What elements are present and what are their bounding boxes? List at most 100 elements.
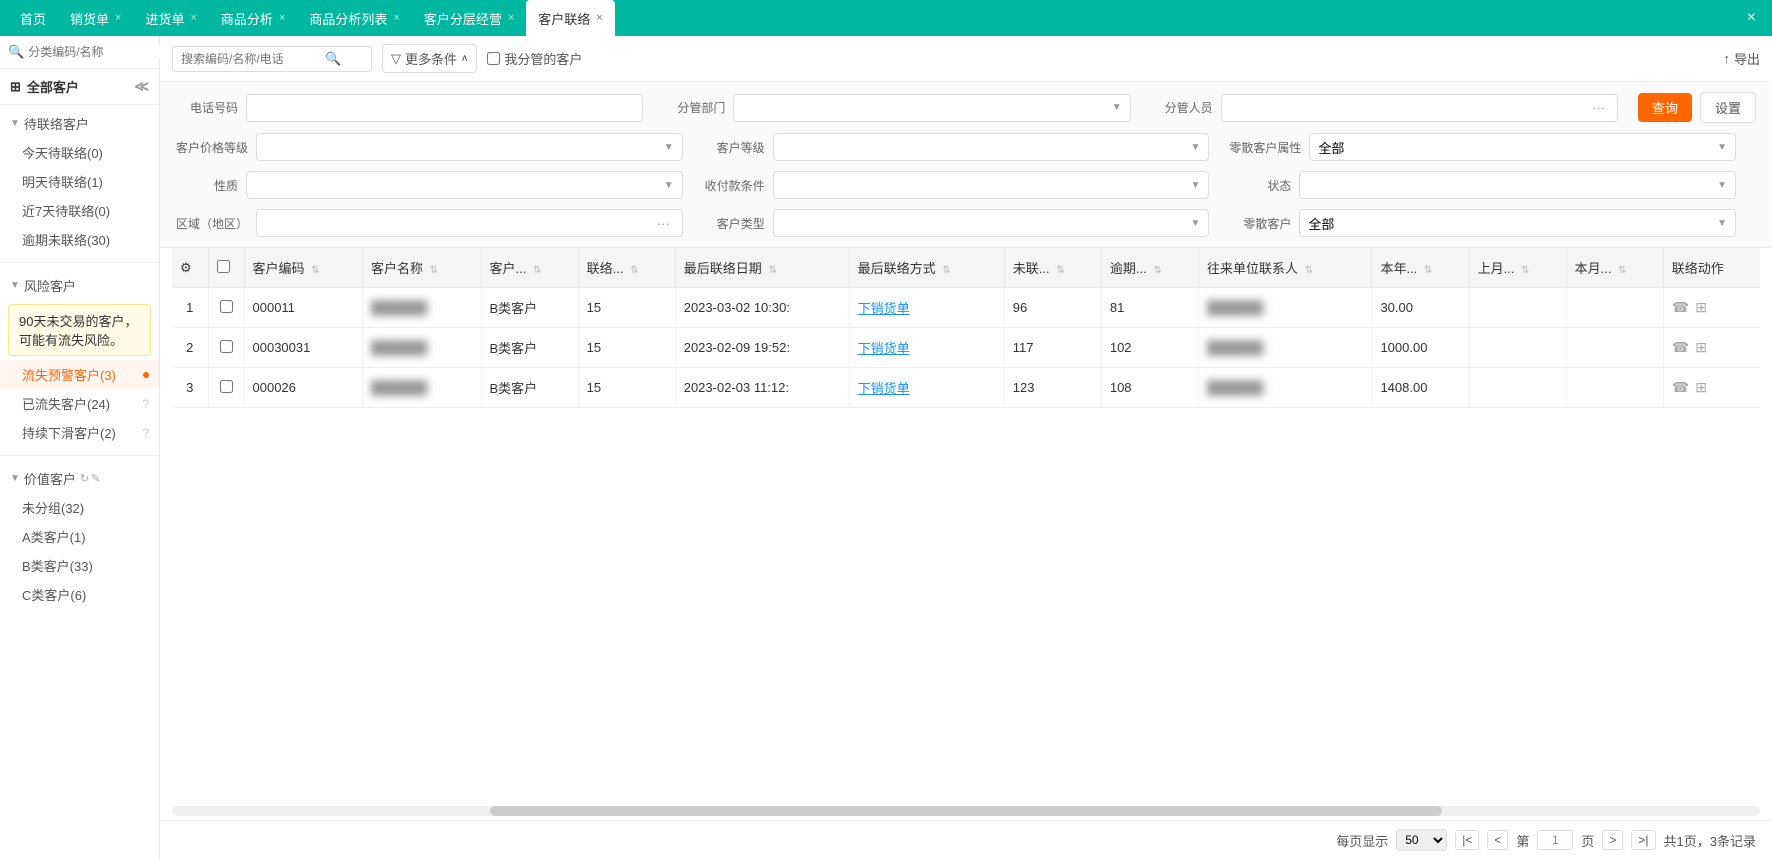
row-check-3[interactable] (220, 380, 233, 393)
filter-select-region[interactable]: ··· (256, 209, 683, 237)
filter-select-status[interactable]: ▼ (1299, 171, 1736, 199)
filter-select-customer-level[interactable]: ▼ (773, 133, 1210, 161)
col-customer-type[interactable]: 客户... ⇅ (481, 248, 578, 288)
col-uncontact[interactable]: 未联... ⇅ (1004, 248, 1101, 288)
col-this-year[interactable]: 本年... ⇅ (1372, 248, 1469, 288)
query-button[interactable]: 查询 (1638, 93, 1692, 122)
edit-icon[interactable]: ✎ (91, 472, 100, 485)
filter-select-payment[interactable]: ▼ (773, 171, 1210, 199)
refresh-icon[interactable]: ↻ (80, 472, 89, 485)
nav-tab-analysis-close[interactable]: × (279, 12, 285, 24)
sidebar-item-overdue-contact[interactable]: 逾期未联络(30) (0, 225, 159, 254)
col-settings[interactable]: ⚙ (172, 248, 208, 288)
nav-tab-home[interactable]: 首页 (8, 0, 58, 36)
prev-page-button[interactable]: < (1487, 830, 1508, 850)
col-name[interactable]: 客户名称 ⇅ (363, 248, 482, 288)
last-page-button[interactable]: >| (1631, 830, 1655, 850)
filter-select-person[interactable]: ··· (1221, 94, 1618, 122)
nav-tab-analysis-list[interactable]: 商品分析列表 × (297, 0, 411, 36)
risk-tooltip: 90天未交易的客户，可能有流失风险。 (8, 304, 151, 356)
sidebar-item-churned-label: 已流失客户(24) (22, 394, 110, 413)
first-page-button[interactable]: |< (1455, 830, 1479, 850)
nav-tab-customer-contact[interactable]: 客户联络 × (526, 0, 614, 36)
last-method-link-3[interactable]: 下销货单 (858, 381, 910, 396)
next-page-button[interactable]: > (1602, 830, 1623, 850)
col-checkbox[interactable] (208, 248, 244, 288)
more-conditions-button[interactable]: ▽ 更多条件 ∧ (382, 44, 477, 73)
filter-select-scatter[interactable]: 全部 ▼ (1299, 209, 1736, 237)
nav-tab-analysis-list-close[interactable]: × (393, 12, 399, 24)
sidebar-item-class-a[interactable]: A类客户(1) (0, 522, 159, 551)
sidebar-item-churn-warning[interactable]: 流失预警客户(3) (0, 360, 159, 389)
col-this-month[interactable]: 本月... ⇅ (1566, 248, 1663, 288)
nav-tab-sales-close[interactable]: × (115, 12, 121, 24)
nav-tab-purchase-close[interactable]: × (190, 12, 196, 24)
sidebar-item-today[interactable]: 今天待联络(0) (0, 138, 159, 167)
ellipsis-region[interactable]: ··· (653, 216, 674, 231)
sidebar-item-declining[interactable]: 持续下滑客户(2) ? (0, 418, 159, 447)
more-action-icon-1[interactable]: ⊞ (1695, 299, 1707, 316)
filter-search-input[interactable] (181, 52, 321, 66)
last-method-link-1[interactable]: 下销货单 (858, 301, 910, 316)
per-page-select[interactable]: 50 100 (1396, 829, 1447, 851)
contact-icon-1[interactable]: ☎ (1672, 299, 1689, 316)
select-all-checkbox[interactable] (217, 260, 230, 273)
last-method-link-2[interactable]: 下销货单 (858, 341, 910, 356)
filter-select-customer-type[interactable]: ▼ (773, 209, 1210, 237)
nav-tab-customer-contact-close[interactable]: × (596, 12, 602, 24)
filter-select-dept[interactable]: ▼ (733, 94, 1130, 122)
contact-icon-3[interactable]: ☎ (1672, 379, 1689, 396)
col-action: 联络动作 (1663, 248, 1760, 288)
contact-icon-2[interactable]: ☎ (1672, 339, 1689, 356)
sidebar-group-risk-label: 风险客户 (24, 276, 76, 295)
ellipsis-person[interactable]: ··· (1588, 100, 1609, 115)
export-icon: ↑ (1723, 51, 1730, 66)
sidebar-item-ungroup[interactable]: 未分组(32) (0, 493, 159, 522)
col-contact-person[interactable]: 往来单位联系人 ⇅ (1198, 248, 1372, 288)
row-check-1[interactable] (220, 300, 233, 313)
sidebar-group-pending[interactable]: ▼ 待联络客户 (0, 109, 159, 138)
more-action-icon-3[interactable]: ⊞ (1695, 379, 1707, 396)
nav-tab-analysis[interactable]: 商品分析 × (209, 0, 297, 36)
nav-tab-sales[interactable]: 销货单 × (58, 0, 133, 36)
col-last-method[interactable]: 最后联络方式 ⇅ (849, 248, 1004, 288)
risk-tooltip-text: 90天未交易的客户，可能有流失风险。 (19, 314, 137, 348)
sidebar-item-7days[interactable]: 近7天待联络(0) (0, 196, 159, 225)
nav-tab-purchase[interactable]: 进货单 × (133, 0, 208, 36)
col-last-date[interactable]: 最后联络日期 ⇅ (675, 248, 849, 288)
main-layout: 🔍 ⊞ 全部客户 ≪ ▼ 待联络客户 今天待联络(0) 明天待联络(1) 近7天… (0, 36, 1772, 859)
settings-icon[interactable]: ⚙ (180, 260, 192, 275)
page-number-input[interactable] (1537, 830, 1573, 850)
filter-input-phone[interactable] (246, 94, 643, 122)
sidebar-item-tomorrow[interactable]: 明天待联络(1) (0, 167, 159, 196)
filter-actions: 查询 设置 (1638, 92, 1756, 123)
sidebar-group-value[interactable]: ▼ 价值客户 ↻ ✎ (0, 464, 159, 493)
filter-select-nature[interactable]: ▼ (246, 171, 683, 199)
filter-select-price-level[interactable]: ▼ (256, 133, 683, 161)
filter-select-scatter-attr[interactable]: 全部 ▼ (1309, 133, 1736, 161)
row-last-date-3: 2023-02-03 11:12: (675, 368, 849, 408)
nav-tab-customer-segmentation-close[interactable]: × (508, 12, 514, 24)
row-checkbox-3[interactable] (208, 368, 244, 408)
collapse-button[interactable]: ≪ (134, 78, 149, 95)
row-checkbox-1[interactable] (208, 288, 244, 328)
sidebar-section-value: ▼ 价值客户 ↻ ✎ 未分组(32) A类客户(1) B类客户(33) C类客户… (0, 460, 159, 613)
col-overdue[interactable]: 逾期... ⇅ (1101, 248, 1198, 288)
col-last-month[interactable]: 上月... ⇅ (1469, 248, 1566, 288)
export-button[interactable]: ↑ 导出 (1723, 49, 1760, 68)
sidebar-item-class-b[interactable]: B类客户(33) (0, 551, 159, 580)
my-customers-checkbox[interactable] (487, 52, 500, 65)
settings-button[interactable]: 设置 (1700, 92, 1756, 123)
nav-tab-customer-segmentation[interactable]: 客户分层经营 × (412, 0, 526, 36)
window-close-button[interactable]: × (1739, 9, 1764, 27)
horizontal-scrollbar[interactable] (160, 798, 1772, 820)
sidebar-item-churned[interactable]: 已流失客户(24) ? (0, 389, 159, 418)
col-contact[interactable]: 联络... ⇅ (578, 248, 675, 288)
sidebar-group-risk[interactable]: ▼ 风险客户 (0, 271, 159, 300)
row-last-date-2: 2023-02-09 19:52: (675, 328, 849, 368)
row-check-2[interactable] (220, 340, 233, 353)
sidebar-item-class-c[interactable]: C类客户(6) (0, 580, 159, 609)
more-action-icon-2[interactable]: ⊞ (1695, 339, 1707, 356)
row-checkbox-2[interactable] (208, 328, 244, 368)
col-code[interactable]: 客户编码 ⇅ (244, 248, 363, 288)
